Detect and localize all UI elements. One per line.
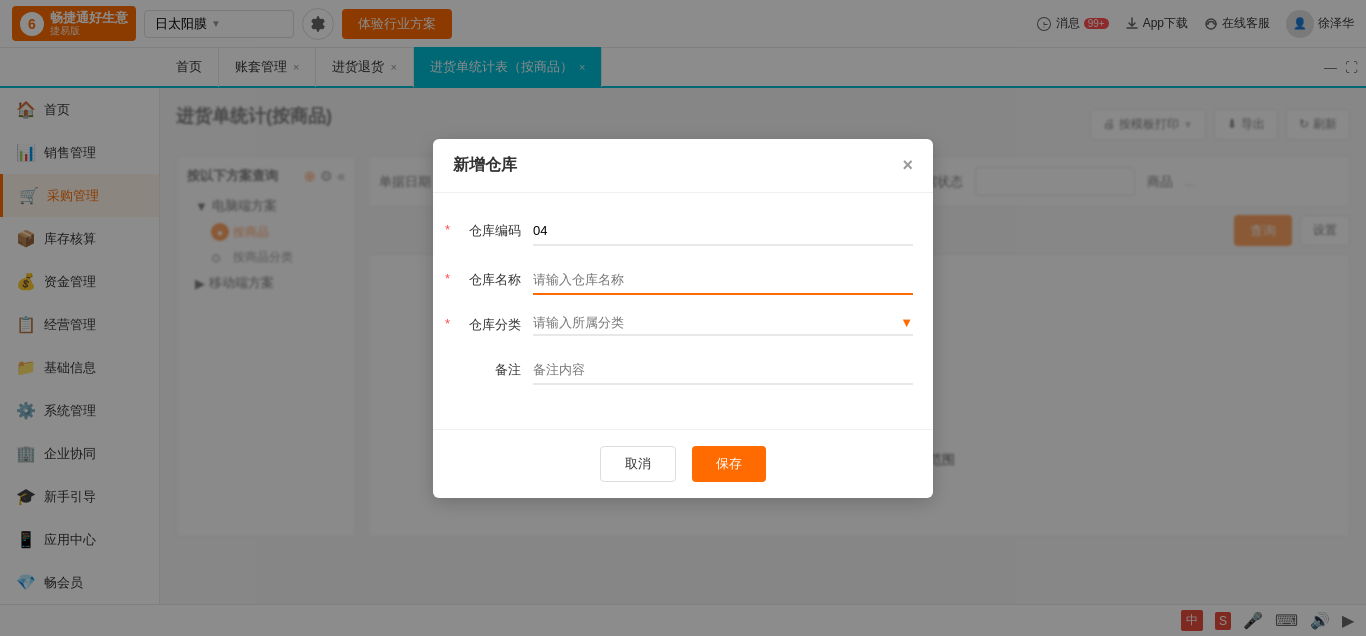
modal-close-button[interactable]: × — [902, 156, 913, 174]
modal-body: 仓库编码 仓库名称 仓库分类 ▼ 备注 — [433, 193, 933, 429]
code-label: 仓库编码 — [453, 222, 533, 240]
category-label: 仓库分类 — [453, 316, 533, 334]
code-row: 仓库编码 — [453, 217, 913, 246]
remark-label: 备注 — [453, 361, 533, 379]
modal-header: 新增仓库 × — [433, 139, 933, 193]
category-dropdown-icon[interactable]: ▼ — [900, 315, 913, 330]
name-input[interactable] — [533, 266, 913, 295]
remark-input[interactable] — [533, 356, 913, 385]
new-warehouse-modal: 新增仓库 × 仓库编码 仓库名称 仓库分类 ▼ — [433, 139, 933, 498]
code-input[interactable] — [533, 217, 913, 246]
modal-overlay: 新增仓库 × 仓库编码 仓库名称 仓库分类 ▼ — [0, 0, 1366, 636]
category-row: 仓库分类 ▼ — [453, 315, 913, 336]
name-row: 仓库名称 — [453, 266, 913, 295]
category-input[interactable] — [533, 315, 900, 330]
cancel-button[interactable]: 取消 — [600, 446, 676, 482]
modal-footer: 取消 保存 — [433, 429, 933, 498]
save-button[interactable]: 保存 — [692, 446, 766, 482]
name-label: 仓库名称 — [453, 271, 533, 289]
remark-row: 备注 — [453, 356, 913, 385]
category-select-wrapper: ▼ — [533, 315, 913, 336]
modal-title: 新增仓库 — [453, 155, 517, 176]
